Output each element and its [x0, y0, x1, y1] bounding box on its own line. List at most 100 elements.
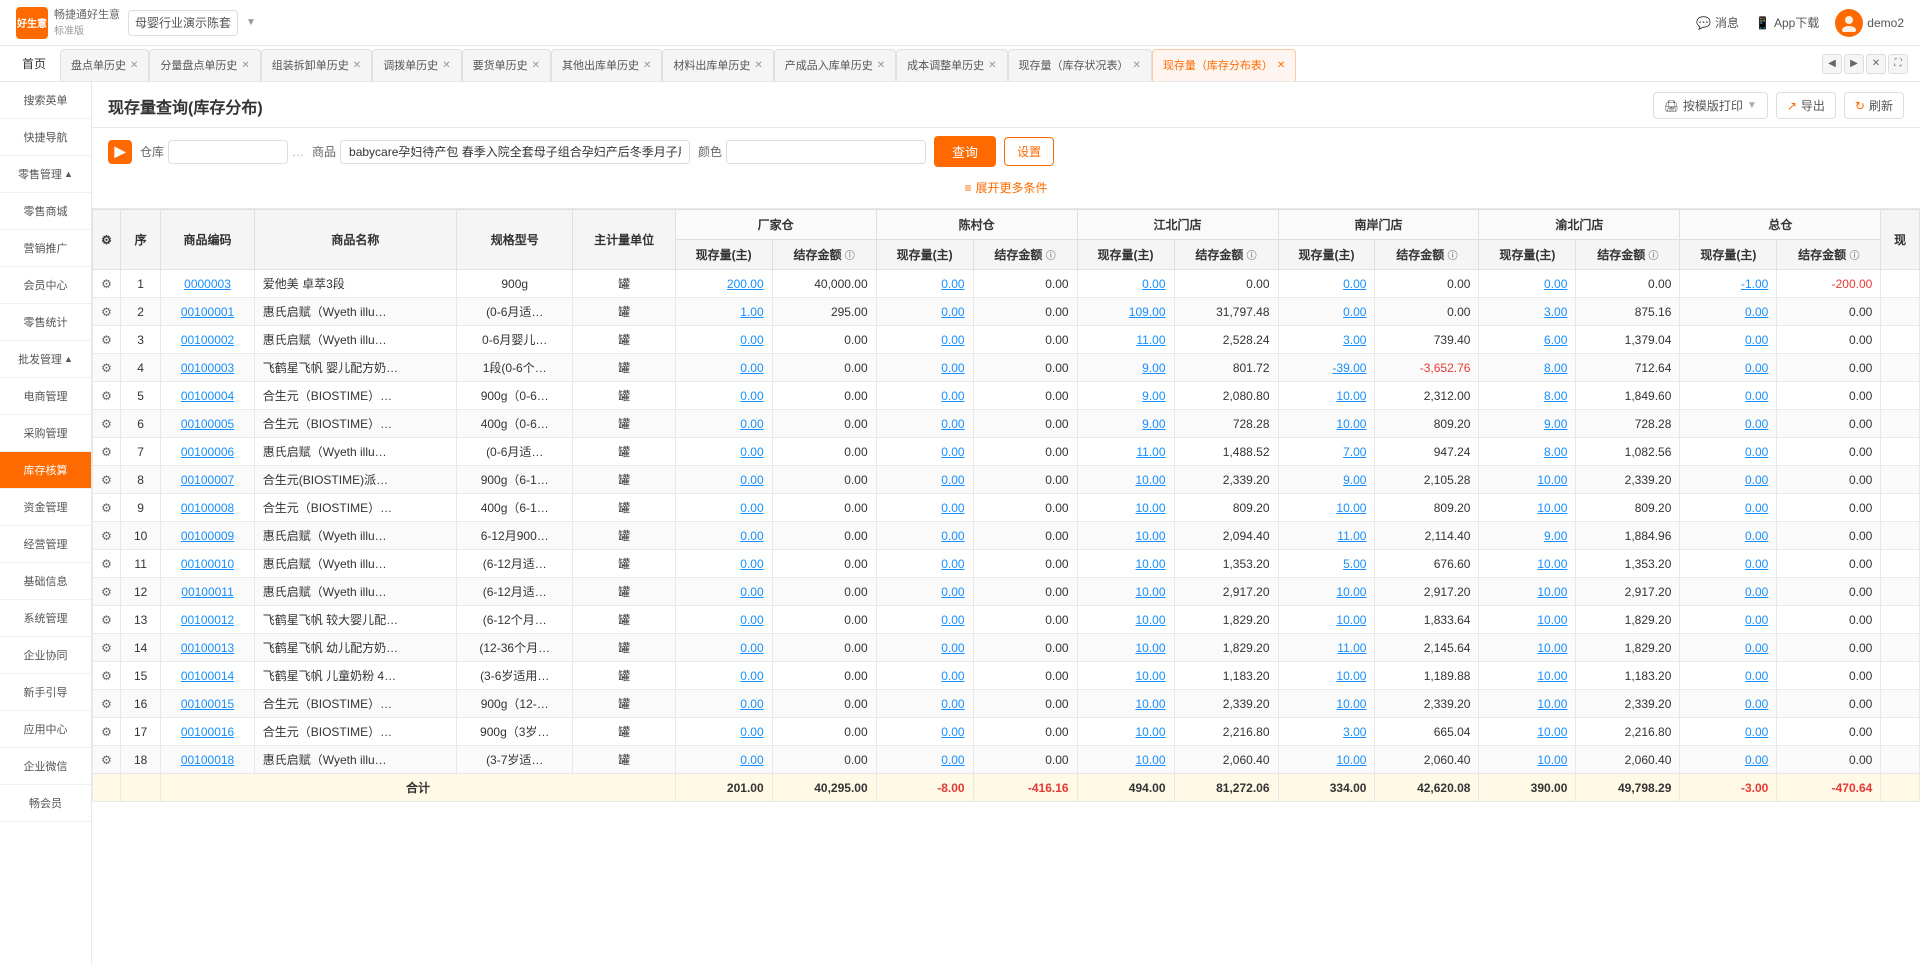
- row-yubei-stock[interactable]: 10.00: [1479, 606, 1576, 634]
- row-code[interactable]: 00100002: [161, 326, 254, 354]
- row-chenlu-stock[interactable]: 0.00: [876, 550, 973, 578]
- row-code[interactable]: 00100016: [161, 718, 254, 746]
- refresh-button[interactable]: ↻ 刷新: [1844, 92, 1904, 119]
- row-factory-stock[interactable]: 0.00: [675, 690, 772, 718]
- factory-amount-info[interactable]: ⓘ: [845, 251, 855, 262]
- tab-close[interactable]: ✕: [241, 60, 249, 71]
- row-code[interactable]: 00100008: [161, 494, 254, 522]
- row-nanyu-stock[interactable]: 10.00: [1278, 662, 1375, 690]
- row-gear[interactable]: ⚙: [93, 298, 121, 326]
- row-gear[interactable]: ⚙: [93, 718, 121, 746]
- sidebar-item-guide[interactable]: 新手引导: [0, 674, 91, 711]
- row-factory-stock[interactable]: 0.00: [675, 634, 772, 662]
- row-chenlu-stock[interactable]: 0.00: [876, 326, 973, 354]
- sidebar-item-retail_mgmt[interactable]: 零售管理▲: [0, 156, 91, 193]
- nav-tab-transfer[interactable]: 调拨单历史✕: [372, 49, 461, 81]
- row-nanyu-stock[interactable]: 3.00: [1278, 326, 1375, 354]
- row-chenlu-stock[interactable]: 0.00: [876, 354, 973, 382]
- nav-tab-product_in[interactable]: 产成品入库单历史✕: [774, 49, 896, 81]
- row-factory-stock[interactable]: 1.00: [675, 298, 772, 326]
- row-factory-stock[interactable]: 0.00: [675, 382, 772, 410]
- nav-tab-other_out[interactable]: 其他出库单历史✕: [551, 49, 662, 81]
- sidebar-item-member[interactable]: 会员中心: [0, 267, 91, 304]
- row-code[interactable]: 00100013: [161, 634, 254, 662]
- sidebar-item-super_member[interactable]: 畅会员: [0, 785, 91, 822]
- row-yubei-stock[interactable]: 6.00: [1479, 326, 1576, 354]
- row-yubei-stock[interactable]: 10.00: [1479, 662, 1576, 690]
- sidebar-item-app_center[interactable]: 应用中心: [0, 711, 91, 748]
- row-jiangbei-stock[interactable]: 0.00: [1077, 270, 1174, 298]
- row-jiangbei-stock[interactable]: 9.00: [1077, 410, 1174, 438]
- tab-close[interactable]: ✕: [643, 60, 651, 71]
- row-gear[interactable]: ⚙: [93, 382, 121, 410]
- row-jiangbei-stock[interactable]: 10.00: [1077, 522, 1174, 550]
- nav-tab-inventory_count[interactable]: 盘点单历史✕: [60, 49, 149, 81]
- row-yubei-stock[interactable]: 8.00: [1479, 382, 1576, 410]
- sidebar-item-search_hero[interactable]: 搜索英单: [0, 82, 91, 119]
- row-chenlu-stock[interactable]: 0.00: [876, 718, 973, 746]
- row-total-stock[interactable]: 0.00: [1680, 494, 1777, 522]
- row-chenlu-stock[interactable]: 0.00: [876, 410, 973, 438]
- product-input[interactable]: [340, 140, 690, 164]
- row-nanyu-stock[interactable]: 9.00: [1278, 466, 1375, 494]
- nav-tab-stock_dist_active[interactable]: 现存量（库存分布表）✕: [1152, 49, 1296, 81]
- sidebar-item-quick_nav[interactable]: 快捷导航: [0, 119, 91, 156]
- nav-close-arrow[interactable]: ✕: [1866, 54, 1886, 74]
- print-button[interactable]: 🖨 按模版打印 ▼: [1653, 92, 1768, 119]
- row-gear[interactable]: ⚙: [93, 326, 121, 354]
- row-gear[interactable]: ⚙: [93, 522, 121, 550]
- row-factory-stock[interactable]: 0.00: [675, 522, 772, 550]
- row-chenlu-stock[interactable]: 0.00: [876, 606, 973, 634]
- tab-close[interactable]: ✕: [988, 60, 996, 71]
- row-total-stock[interactable]: 0.00: [1680, 410, 1777, 438]
- row-yubei-stock[interactable]: 3.00: [1479, 298, 1576, 326]
- row-chenlu-stock[interactable]: 0.00: [876, 746, 973, 774]
- row-factory-stock[interactable]: 0.00: [675, 438, 772, 466]
- row-yubei-stock[interactable]: 10.00: [1479, 634, 1576, 662]
- sidebar-item-retail_mall[interactable]: 零售商城: [0, 193, 91, 230]
- nav-tab-cost_adjust[interactable]: 成本调整单历史✕: [896, 49, 1007, 81]
- row-chenlu-stock[interactable]: 0.00: [876, 494, 973, 522]
- sidebar-item-basic_info[interactable]: 基础信息: [0, 563, 91, 600]
- row-code[interactable]: 0000003: [161, 270, 254, 298]
- row-nanyu-stock[interactable]: 0.00: [1278, 298, 1375, 326]
- row-jiangbei-stock[interactable]: 109.00: [1077, 298, 1174, 326]
- row-code[interactable]: 00100014: [161, 662, 254, 690]
- row-jiangbei-stock[interactable]: 10.00: [1077, 494, 1174, 522]
- row-factory-stock[interactable]: 0.00: [675, 550, 772, 578]
- row-nanyu-stock[interactable]: 10.00: [1278, 410, 1375, 438]
- row-gear[interactable]: ⚙: [93, 746, 121, 774]
- row-factory-stock[interactable]: 0.00: [675, 354, 772, 382]
- row-gear[interactable]: ⚙: [93, 662, 121, 690]
- row-nanyu-stock[interactable]: 10.00: [1278, 606, 1375, 634]
- sidebar-item-enterprise[interactable]: 企业协同: [0, 637, 91, 674]
- row-factory-stock[interactable]: 0.00: [675, 494, 772, 522]
- tab-close[interactable]: ✕: [442, 60, 450, 71]
- sidebar-item-wholesale[interactable]: 批发管理▲: [0, 341, 91, 378]
- row-gear[interactable]: ⚙: [93, 634, 121, 662]
- row-chenlu-stock[interactable]: 0.00: [876, 578, 973, 606]
- row-yubei-stock[interactable]: 10.00: [1479, 718, 1576, 746]
- row-gear[interactable]: ⚙: [93, 578, 121, 606]
- row-gear[interactable]: ⚙: [93, 690, 121, 718]
- row-total-stock[interactable]: 0.00: [1680, 466, 1777, 494]
- row-nanyu-stock[interactable]: 10.00: [1278, 746, 1375, 774]
- row-nanyu-stock[interactable]: 7.00: [1278, 438, 1375, 466]
- row-jiangbei-stock[interactable]: 10.00: [1077, 746, 1174, 774]
- row-total-stock[interactable]: 0.00: [1680, 662, 1777, 690]
- row-code[interactable]: 00100003: [161, 354, 254, 382]
- yubei-amount-info[interactable]: ⓘ: [1649, 251, 1659, 262]
- row-jiangbei-stock[interactable]: 10.00: [1077, 634, 1174, 662]
- row-nanyu-stock[interactable]: 10.00: [1278, 382, 1375, 410]
- tab-close[interactable]: ✕: [353, 60, 361, 71]
- query-button[interactable]: 查询: [934, 136, 996, 167]
- row-jiangbei-stock[interactable]: 10.00: [1077, 690, 1174, 718]
- row-total-stock[interactable]: 0.00: [1680, 746, 1777, 774]
- sidebar-item-system[interactable]: 系统管理: [0, 600, 91, 637]
- row-total-stock[interactable]: 0.00: [1680, 298, 1777, 326]
- row-yubei-stock[interactable]: 9.00: [1479, 522, 1576, 550]
- row-jiangbei-stock[interactable]: 10.00: [1077, 578, 1174, 606]
- row-jiangbei-stock[interactable]: 10.00: [1077, 550, 1174, 578]
- expand-more-btn[interactable]: ≡ 展开更多条件: [108, 175, 1904, 200]
- row-chenlu-stock[interactable]: 0.00: [876, 634, 973, 662]
